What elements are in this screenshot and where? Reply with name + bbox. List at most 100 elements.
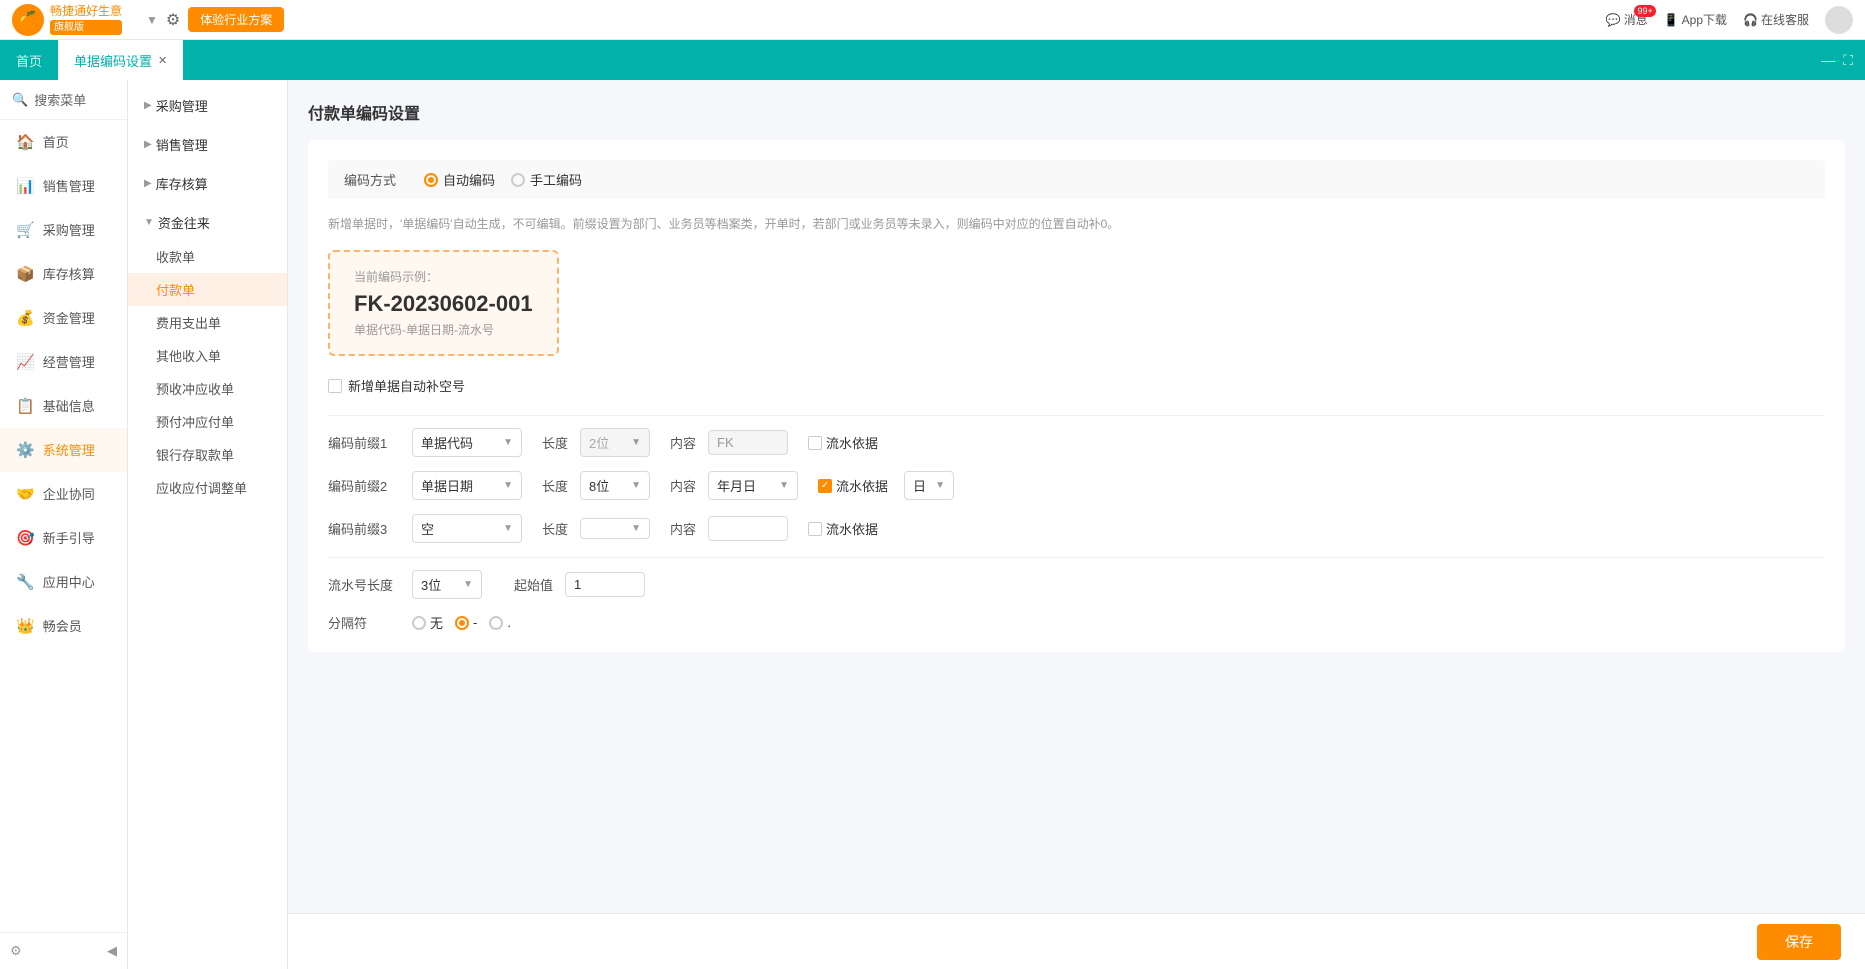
prefix3-select[interactable]: 空 ▼ xyxy=(412,514,522,543)
sub-item-expense[interactable]: 费用支出单 xyxy=(128,306,287,339)
sub-group-purchase: ▶ 采购管理 xyxy=(128,88,287,123)
sidebar-item-guide[interactable]: 🎯 新手引导 xyxy=(0,516,127,560)
tab-serial-setting[interactable]: 单据编码设置 ✕ xyxy=(58,40,183,80)
serial-start-input[interactable] xyxy=(565,572,645,597)
prefix1-stream-cb[interactable] xyxy=(808,436,822,450)
prefix2-select[interactable]: 单据日期 ▼ xyxy=(412,471,522,500)
sep-dash-label: - xyxy=(473,615,477,630)
separator-label: 分隔符 xyxy=(328,613,400,632)
arrow-right-icon2: ▶ xyxy=(144,139,152,150)
code-preview-desc: 单据代码-单据日期-流水号 xyxy=(354,321,533,338)
prefix2-stream-cb[interactable]: ✓ xyxy=(818,479,832,493)
sidebar-item-system[interactable]: ⚙️ 系统管理 xyxy=(0,428,127,472)
header-left: 🍊 畅捷通好生意 旗舰版 ▼ ⚙ 体验行业方案 xyxy=(12,4,284,36)
prefix3-length-label: 长度 xyxy=(542,519,568,538)
sidebar-item-operations[interactable]: 📈 经营管理 xyxy=(0,340,127,384)
basic-icon: 📋 xyxy=(16,397,35,415)
sub-group-capital-title[interactable]: ▼ 资金往来 xyxy=(128,205,287,240)
sidebar-item-basic[interactable]: 📋 基础信息 xyxy=(0,384,127,428)
user-avatar[interactable] xyxy=(1825,6,1853,34)
save-button[interactable]: 保存 xyxy=(1757,924,1841,960)
settings-icon[interactable]: ⚙ xyxy=(166,10,180,30)
serial-row: 流水号长度 3位 ▼ 起始值 xyxy=(328,570,1825,599)
prefix2-day-select[interactable]: 日 ▼ xyxy=(904,471,954,500)
sep-none-radio[interactable]: 无 xyxy=(412,613,443,632)
prefix3-length-select[interactable]: ▼ xyxy=(580,518,650,539)
online-service-btn[interactable]: 🎧 在线客服 xyxy=(1743,11,1809,28)
encoding-method-row: 编码方式 自动编码 手工编码 xyxy=(328,160,1825,199)
sub-item-prepay-payment[interactable]: 预付冲应付单 xyxy=(128,405,287,438)
serial-length-select[interactable]: 3位 ▼ xyxy=(412,570,482,599)
dropdown-arrow[interactable]: ▼ xyxy=(146,13,158,27)
prefix1-content-input xyxy=(708,430,788,455)
nav-tabs-bar: 首页 单据编码设置 ✕ — ⛶ xyxy=(0,40,1865,80)
maximize-icon[interactable]: ⛶ xyxy=(1843,52,1853,69)
trial-button[interactable]: 体验行业方案 xyxy=(188,7,284,32)
prefix2-day-arrow: ▼ xyxy=(935,480,945,491)
tab-actions: — ⛶ xyxy=(1821,52,1865,69)
brand-icon: 🍊 xyxy=(12,4,44,36)
sidebar-item-sales[interactable]: 📊 销售管理 xyxy=(0,164,127,208)
sidebar-settings-icon[interactable]: ⚙ xyxy=(10,943,22,959)
auto-encode-dot xyxy=(424,173,438,187)
arrow-right-icon: ▶ xyxy=(144,100,152,111)
sidebar-item-apps[interactable]: 🔧 应用中心 xyxy=(0,560,127,604)
message-icon: 💬 xyxy=(1606,13,1621,27)
prefix2-content-arrow: ▼ xyxy=(779,480,789,491)
prefix3-content-label: 内容 xyxy=(670,519,696,538)
sep-dash-radio[interactable]: - xyxy=(455,615,477,630)
sub-item-receipt[interactable]: 收款单 xyxy=(128,240,287,273)
prefix1-select[interactable]: 单据代码 ▼ xyxy=(412,428,522,457)
message-btn[interactable]: 💬 消息 99+ xyxy=(1606,11,1648,28)
bottom-bar: 保存 xyxy=(288,913,1865,969)
prefix2-content-select[interactable]: 年月日 ▼ xyxy=(708,471,798,500)
auto-encode-radio[interactable]: 自动编码 xyxy=(424,170,495,189)
sidebar-item-finance[interactable]: 💰 资金管理 xyxy=(0,296,127,340)
manual-encode-radio[interactable]: 手工编码 xyxy=(511,170,582,189)
separator-radio-group: 无 - . xyxy=(412,613,511,632)
separator-row: 分隔符 无 - . xyxy=(328,613,1825,632)
code-preview-value: FK-20230602-001 xyxy=(354,291,533,317)
sep-dot-radio[interactable]: . xyxy=(489,615,511,630)
prefix2-label: 编码前缀2 xyxy=(328,476,400,495)
header-right: 💬 消息 99+ 📱 App下载 🎧 在线客服 xyxy=(1606,6,1853,34)
search-menu-btn[interactable]: 🔍 搜索菜单 xyxy=(0,80,127,120)
sub-item-bank-deposit[interactable]: 银行存取款单 xyxy=(128,438,287,471)
sidebar-item-inventory[interactable]: 📦 库存核算 xyxy=(0,252,127,296)
sidebar-item-members[interactable]: 👑 畅会员 xyxy=(0,604,127,648)
tab-home[interactable]: 首页 xyxy=(0,40,58,80)
brand-name: 畅捷通好生意 xyxy=(50,4,122,20)
divider1 xyxy=(328,415,1825,416)
headset-icon: 🎧 xyxy=(1743,13,1758,27)
tab-home-label: 首页 xyxy=(16,51,42,70)
apps-icon: 🔧 xyxy=(16,573,35,591)
sub-item-payment[interactable]: 付款单 xyxy=(128,273,287,306)
sidebar-collapse-icon[interactable]: ◀ xyxy=(107,943,117,959)
tab-close-icon[interactable]: ✕ xyxy=(158,54,167,67)
prefix3-stream-cb[interactable] xyxy=(808,522,822,536)
sub-group-sales-title[interactable]: ▶ 销售管理 xyxy=(128,127,287,162)
prefix3-content-input[interactable] xyxy=(708,516,788,541)
sidebar-item-home[interactable]: 🏠 首页 xyxy=(0,120,127,164)
sub-item-prepay-receipt[interactable]: 预收冲应收单 xyxy=(128,372,287,405)
prefix1-content-label: 内容 xyxy=(670,433,696,452)
sub-item-ar-ap-adjust[interactable]: 应收应付调整单 xyxy=(128,471,287,504)
sep-dot-dot xyxy=(489,616,503,630)
sub-group-inventory-title[interactable]: ▶ 库存核算 xyxy=(128,166,287,201)
prefix1-length-label: 长度 xyxy=(542,433,568,452)
prefix1-row: 编码前缀1 单据代码 ▼ 长度 2位 ▼ 内容 流水依据 xyxy=(328,428,1825,457)
auto-fill-checkbox[interactable] xyxy=(328,379,342,393)
code-preview-box: 当前编码示例： FK-20230602-001 单据代码-单据日期-流水号 xyxy=(328,250,559,356)
sidebar-item-cooperation[interactable]: 🤝 企业协同 xyxy=(0,472,127,516)
sub-item-other-income[interactable]: 其他收入单 xyxy=(128,339,287,372)
prefix2-content-value: 年月日 xyxy=(717,476,756,495)
minimize-icon[interactable]: — xyxy=(1821,52,1835,68)
sidebar-item-purchase[interactable]: 🛒 采购管理 xyxy=(0,208,127,252)
prefix1-length-arrow: ▼ xyxy=(631,437,641,448)
prefix1-label: 编码前缀1 xyxy=(328,433,400,452)
tab-serial-label: 单据编码设置 xyxy=(74,51,152,70)
sub-group-purchase-title[interactable]: ▶ 采购管理 xyxy=(128,88,287,123)
app-download-btn[interactable]: 📱 App下载 xyxy=(1664,11,1727,28)
prefix2-length-select[interactable]: 8位 ▼ xyxy=(580,471,650,500)
sub-group-capital: ▼ 资金往来 收款单 付款单 费用支出单 其他收入单 预收冲应收单 预付冲应付单… xyxy=(128,205,287,504)
